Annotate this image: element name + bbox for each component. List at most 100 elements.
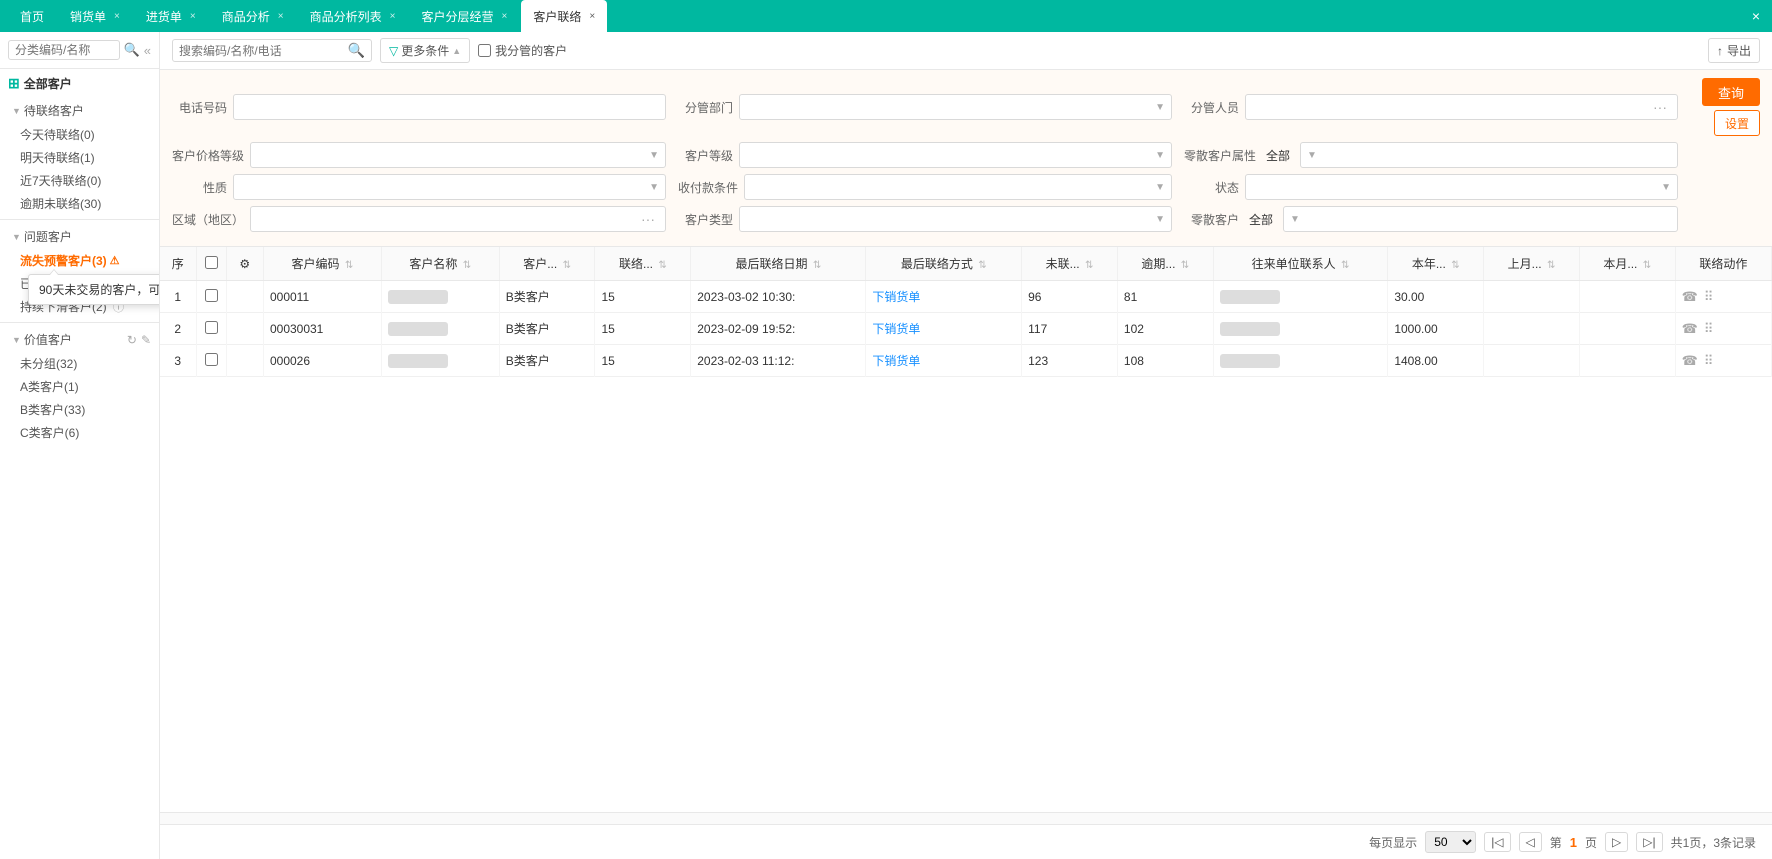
- filter-region-select[interactable]: ···: [250, 206, 666, 232]
- cell-checkbox-1: [196, 313, 226, 345]
- filter-price-grade-select[interactable]: ▼: [250, 142, 666, 168]
- col-header-this-month[interactable]: 本月... ⇅: [1579, 247, 1675, 281]
- sidebar-item-c-class[interactable]: C类客户(6): [0, 421, 159, 444]
- more-conditions-button[interactable]: ▽ 更多条件 ▲: [380, 38, 470, 63]
- select-all-checkbox[interactable]: [205, 256, 218, 269]
- nav-tab-purchase[interactable]: 进货单 ×: [134, 0, 208, 32]
- cell-last-method-link-1[interactable]: 下销货单: [872, 322, 920, 336]
- col-header-code[interactable]: 客户编码 ⇅: [263, 247, 381, 281]
- filter-scattered-attr-select[interactable]: ▼: [1300, 142, 1678, 168]
- row-checkbox-1[interactable]: [205, 321, 218, 334]
- main-search-input[interactable]: [179, 44, 344, 58]
- nav-tab-analysis-list-close[interactable]: ×: [390, 11, 396, 22]
- my-customers-checkbox-label[interactable]: 我分管的客户: [478, 42, 567, 59]
- cell-unit-contact-0: [1213, 281, 1388, 313]
- prev-page-button[interactable]: ◁: [1519, 832, 1542, 852]
- my-customers-checkbox[interactable]: [478, 44, 491, 57]
- nav-tab-customer-segment-close[interactable]: ×: [501, 11, 507, 22]
- sidebar-group-pending-title[interactable]: ▼ 待联络客户: [0, 98, 159, 123]
- ellipsis-icon[interactable]: ···: [1649, 99, 1671, 115]
- nav-tab-customer-segment[interactable]: 客户分层经营 ×: [409, 0, 519, 32]
- col-header-contact[interactable]: 联络... ⇅: [595, 247, 691, 281]
- sidebar-item-potential-down[interactable]: 持续下滑客户(2) ⓘ: [0, 295, 159, 318]
- filter-status-select[interactable]: ▼: [1245, 174, 1678, 200]
- filter-customer-type-select[interactable]: ▼: [739, 206, 1172, 232]
- filter-payment-select[interactable]: ▼: [744, 174, 1172, 200]
- nav-tab-customer-contact[interactable]: 客户联络 ×: [521, 0, 607, 32]
- col-header-unit-contact[interactable]: 往来单位联系人 ⇅: [1213, 247, 1388, 281]
- nav-tab-home[interactable]: 首页: [8, 0, 56, 32]
- sidebar-collapse-icon[interactable]: «: [144, 43, 151, 58]
- sidebar-item-a-class[interactable]: A类客户(1): [0, 375, 159, 398]
- close-all-tabs-button[interactable]: ×: [1752, 8, 1760, 24]
- contact-action-icon-2[interactable]: ☎: [1682, 353, 1698, 369]
- sidebar-item-risk-warn[interactable]: 流失预警客户(3) ⚠: [0, 249, 159, 272]
- col-code-label: 客户编码: [292, 257, 340, 271]
- contact-action-icon-1[interactable]: ☎: [1682, 321, 1698, 337]
- main-search-icon[interactable]: 🔍: [348, 42, 365, 59]
- first-page-button[interactable]: |◁: [1484, 832, 1510, 852]
- sidebar-group-problem-title[interactable]: ▼ 问题客户: [0, 224, 159, 249]
- filter-nature-select[interactable]: ▼: [233, 174, 666, 200]
- col-header-uncontact[interactable]: 未联... ⇅: [1022, 247, 1118, 281]
- sort-icon-code: ⇅: [345, 260, 353, 271]
- nav-tab-sales-close[interactable]: ×: [114, 11, 120, 22]
- row-checkbox-2[interactable]: [205, 353, 218, 366]
- row-checkbox-0[interactable]: [205, 289, 218, 302]
- last-page-button[interactable]: ▷|: [1636, 832, 1662, 852]
- cell-num-2: 3: [160, 345, 196, 377]
- col-header-last-month[interactable]: 上月... ⇅: [1484, 247, 1580, 281]
- contact-action-icon-0[interactable]: ☎: [1682, 289, 1698, 305]
- sidebar-search-icon[interactable]: 🔍: [124, 42, 140, 58]
- nav-tab-purchase-close[interactable]: ×: [190, 11, 196, 22]
- sidebar-item-today[interactable]: 今天待联络(0): [0, 123, 159, 146]
- page-size-select[interactable]: 50 100 200: [1425, 831, 1476, 853]
- col-header-overdue[interactable]: 逾期... ⇅: [1117, 247, 1213, 281]
- ellipsis-icon-2[interactable]: ···: [637, 211, 659, 227]
- refresh-icon[interactable]: ↻: [127, 333, 137, 347]
- nav-tab-analysis-list[interactable]: 商品分析列表 ×: [298, 0, 408, 32]
- filter-dept-select[interactable]: ▼: [739, 94, 1172, 120]
- nav-tab-customer-contact-close[interactable]: ×: [589, 11, 595, 22]
- more-action-icon-2[interactable]: ⠿: [1704, 353, 1714, 369]
- sidebar-item-unsorted[interactable]: 未分组(32): [0, 352, 159, 375]
- query-button[interactable]: 查询: [1702, 78, 1760, 106]
- info-icon-2: ⓘ: [113, 302, 124, 314]
- col-header-last-date[interactable]: 最后联络日期 ⇅: [691, 247, 866, 281]
- cell-checkbox-2: [196, 345, 226, 377]
- sidebar-group-value-title[interactable]: ▼ 价值客户 ↻ ✎: [0, 327, 159, 352]
- col-header-last-method[interactable]: 最后联络方式 ⇅: [866, 247, 1022, 281]
- filter-scattered-customer-select[interactable]: ▼: [1283, 206, 1678, 232]
- filter-manager-select[interactable]: ···: [1245, 94, 1678, 120]
- col-header-name[interactable]: 客户名称 ⇅: [381, 247, 499, 281]
- nav-tab-analysis-close[interactable]: ×: [278, 11, 284, 22]
- filter-phone-input[interactable]: [233, 94, 666, 120]
- sidebar-search-input[interactable]: [8, 40, 120, 60]
- col-unit-contact-label: 往来单位联系人: [1252, 257, 1336, 271]
- col-header-this-year[interactable]: 本年... ⇅: [1388, 247, 1484, 281]
- nav-tab-analysis[interactable]: 商品分析 ×: [210, 0, 296, 32]
- sidebar-item-overdue[interactable]: 逾期未联络(30): [0, 192, 159, 215]
- cell-overdue-0: 81: [1117, 281, 1213, 313]
- filter-customer-grade-select[interactable]: ▼: [739, 142, 1172, 168]
- sidebar-item-week[interactable]: 近7天待联络(0): [0, 169, 159, 192]
- settings-button[interactable]: 设置: [1714, 110, 1760, 136]
- cell-last-method-link-0[interactable]: 下销货单: [872, 290, 920, 304]
- more-action-icon-1[interactable]: ⠿: [1704, 321, 1714, 337]
- col-header-type[interactable]: 客户... ⇅: [499, 247, 595, 281]
- sidebar-item-tomorrow[interactable]: 明天待联络(1): [0, 146, 159, 169]
- more-action-icon-0[interactable]: ⠿: [1704, 289, 1714, 305]
- filter-phone-label: 电话号码: [172, 99, 227, 116]
- sidebar-root-all-customers[interactable]: ⊞ 全部客户: [0, 69, 159, 98]
- next-page-button[interactable]: ▷: [1605, 832, 1628, 852]
- edit-icon[interactable]: ✎: [141, 333, 151, 347]
- cell-last-method-link-2[interactable]: 下销货单: [872, 354, 920, 368]
- settings-icon[interactable]: ⚙: [239, 257, 250, 271]
- col-header-settings[interactable]: ⚙: [226, 247, 263, 281]
- sidebar-item-b-class[interactable]: B类客户(33): [0, 398, 159, 421]
- filter-customer-grade: 客户等级 ▼: [678, 142, 1172, 168]
- horizontal-scrollbar[interactable]: [160, 812, 1772, 824]
- sidebar-item-lost[interactable]: 已流失客户(24) ⓘ: [0, 272, 159, 295]
- export-button[interactable]: ↑ 导出: [1708, 38, 1760, 63]
- nav-tab-sales[interactable]: 销货单 ×: [58, 0, 132, 32]
